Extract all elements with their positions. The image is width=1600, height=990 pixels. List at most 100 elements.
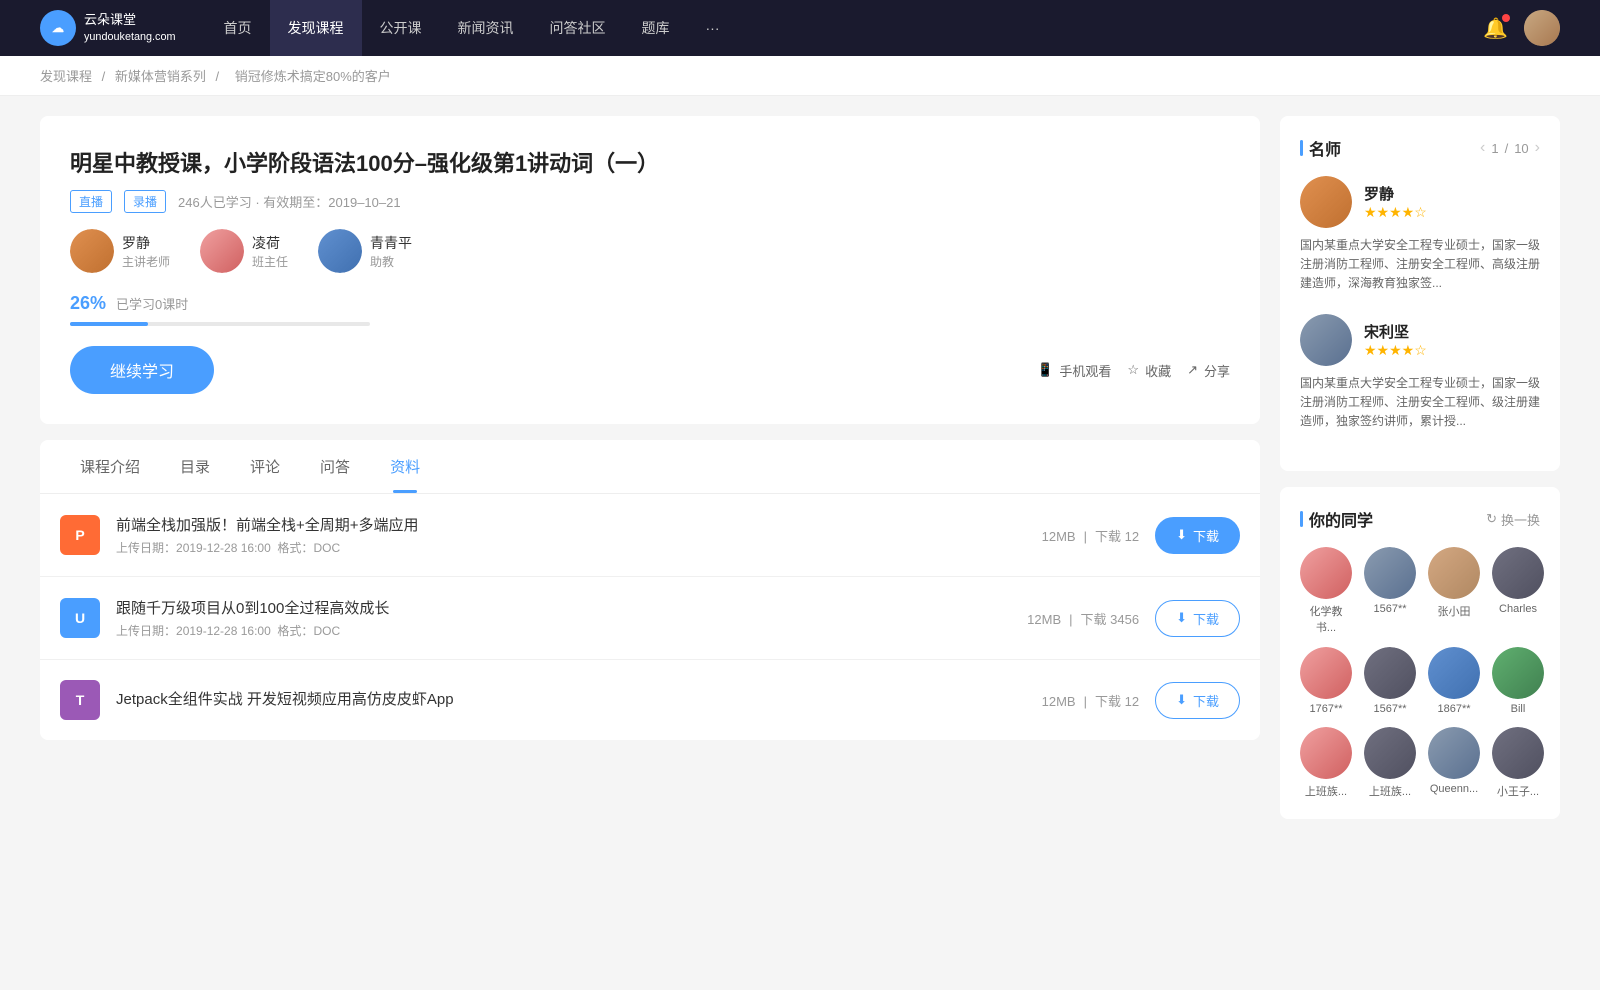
- nav-item-more[interactable]: ···: [688, 0, 738, 56]
- action-buttons: 📱 手机观看 ☆ 收藏 ↗ 分享: [1037, 361, 1230, 380]
- nav-items: 首页 发现课程 公开课 新闻资讯 问答社区 题库 ···: [206, 0, 1484, 56]
- nav-item-discover[interactable]: 发现课程: [270, 0, 362, 56]
- tab-intro[interactable]: 课程介绍: [60, 440, 160, 493]
- teachers-page: 1: [1491, 141, 1498, 156]
- logo-text: 云朵课堂yundouketang.com: [84, 12, 176, 44]
- navbar: ☁ 云朵课堂yundouketang.com 首页 发现课程 公开课 新闻资讯 …: [0, 0, 1600, 56]
- nav-item-home[interactable]: 首页: [206, 0, 270, 56]
- teacher-card-2-avatar: [1300, 314, 1352, 366]
- download-button-1[interactable]: ⬇ 下载: [1155, 517, 1240, 554]
- classmate-7-avatar: [1428, 647, 1480, 699]
- refresh-label: 换一换: [1501, 510, 1540, 529]
- classmate-2[interactable]: 1567**: [1364, 547, 1416, 635]
- classmate-1[interactable]: 化学教书...: [1300, 547, 1352, 635]
- continue-button[interactable]: 继续学习: [70, 346, 214, 394]
- classmate-6-img: [1364, 647, 1416, 699]
- download-button-3[interactable]: ⬇ 下载: [1155, 682, 1240, 719]
- classmate-9[interactable]: 上班族...: [1300, 727, 1352, 799]
- teacher-3: 青青平 助教: [318, 229, 412, 273]
- teacher-2-avatar-img: [200, 229, 244, 273]
- classmate-4-img: [1492, 547, 1544, 599]
- classmate-4-avatar: [1492, 547, 1544, 599]
- user-avatar[interactable]: [1524, 10, 1560, 46]
- classmate-7-img: [1428, 647, 1480, 699]
- classmate-5-name: 1767**: [1309, 703, 1342, 715]
- teacher-3-info: 青青平 助教: [370, 233, 412, 270]
- file-name-3: Jetpack全组件实战 开发短视频应用高仿皮皮虾App: [116, 688, 1026, 709]
- classmate-1-avatar: [1300, 547, 1352, 599]
- share-label: 分享: [1204, 361, 1230, 380]
- classmate-8-avatar: [1492, 647, 1544, 699]
- teacher-1: 罗静 主讲老师: [70, 229, 170, 273]
- classmate-10-img: [1364, 727, 1416, 779]
- breadcrumb-link-discover[interactable]: 发现课程: [40, 69, 92, 84]
- classmate-8-img: [1492, 647, 1544, 699]
- classmate-6[interactable]: 1567**: [1364, 647, 1416, 715]
- classmate-10[interactable]: 上班族...: [1364, 727, 1416, 799]
- mobile-icon: 📱: [1037, 362, 1053, 378]
- teachers-prev-button[interactable]: ‹: [1480, 139, 1485, 157]
- classmate-8[interactable]: Bill: [1492, 647, 1544, 715]
- refresh-classmates-button[interactable]: ↻ 换一换: [1486, 510, 1540, 529]
- classmate-12[interactable]: 小王子...: [1492, 727, 1544, 799]
- classmate-7[interactable]: 1867**: [1428, 647, 1480, 715]
- teacher-2-role: 班主任: [252, 253, 288, 270]
- nav-item-quiz[interactable]: 题库: [624, 0, 688, 56]
- teacher-1-role: 主讲老师: [122, 253, 170, 270]
- tabs-header: 课程介绍 目录 评论 问答 资料: [40, 440, 1260, 494]
- file-icon-2: U: [60, 598, 100, 638]
- tab-catalog[interactable]: 目录: [160, 440, 230, 493]
- course-title: 明星中教授课，小学阶段语法100分–强化级第1讲动词（一）: [70, 146, 1230, 178]
- classmate-9-name: 上班族...: [1305, 783, 1347, 799]
- share-button[interactable]: ↗ 分享: [1187, 361, 1230, 380]
- classmate-3[interactable]: 张小田: [1428, 547, 1480, 635]
- classmate-5[interactable]: 1767**: [1300, 647, 1352, 715]
- teacher-3-avatar: [318, 229, 362, 273]
- classmate-11[interactable]: Queenn...: [1428, 727, 1480, 799]
- classmate-4[interactable]: Charles: [1492, 547, 1544, 635]
- classmates-panel-title: 你的同学: [1300, 507, 1373, 531]
- sidebar: 名师 ‹ 1 / 10 › 罗静 ★★★★☆: [1280, 116, 1560, 835]
- teacher-2-avatar: [200, 229, 244, 273]
- progress-label: 26% 已学习0课时: [70, 293, 1230, 314]
- classmate-5-img: [1300, 647, 1352, 699]
- breadcrumb-link-series[interactable]: 新媒体营销系列: [115, 69, 206, 84]
- classmate-7-name: 1867**: [1437, 703, 1470, 715]
- classmate-12-img: [1492, 727, 1544, 779]
- progress-text: 已学习0课时: [116, 294, 188, 313]
- teacher-card-1-avatar: [1300, 176, 1352, 228]
- badge-record: 录播: [124, 190, 166, 213]
- progress-percent: 26%: [70, 293, 106, 314]
- teacher-2-name: 凌荷: [252, 233, 288, 253]
- nav-item-news[interactable]: 新闻资讯: [440, 0, 532, 56]
- tab-material[interactable]: 资料: [370, 440, 440, 493]
- classmate-2-name: 1567**: [1373, 603, 1406, 615]
- notification-bell[interactable]: 🔔: [1483, 16, 1508, 41]
- teachers-panel-nav: ‹ 1 / 10 ›: [1480, 139, 1540, 157]
- mobile-watch-button[interactable]: 📱 手机观看: [1037, 361, 1111, 380]
- download-icon-3: ⬇: [1176, 692, 1187, 708]
- teacher-card-1-avatar-img: [1300, 176, 1352, 228]
- teacher-1-avatar: [70, 229, 114, 273]
- tab-qa[interactable]: 问答: [300, 440, 370, 493]
- file-stats-1: 12MB|下载 12: [1042, 526, 1139, 545]
- classmate-8-name: Bill: [1511, 703, 1526, 715]
- download-button-2[interactable]: ⬇ 下载: [1155, 600, 1240, 637]
- file-item-3: T Jetpack全组件实战 开发短视频应用高仿皮皮虾App 12MB|下载 1…: [40, 660, 1260, 740]
- file-meta-2: 上传日期：2019-12-28 16:00 格式：DOC: [116, 622, 1011, 639]
- teachers-next-button[interactable]: ›: [1535, 139, 1540, 157]
- tab-review[interactable]: 评论: [230, 440, 300, 493]
- nav-item-qa[interactable]: 问答社区: [532, 0, 624, 56]
- breadcrumb-current: 销冠修炼术搞定80%的客户: [235, 69, 391, 84]
- nav-logo[interactable]: ☁ 云朵课堂yundouketang.com: [40, 10, 176, 46]
- teacher-card-1-name: 罗静: [1364, 183, 1427, 204]
- nav-item-public[interactable]: 公开课: [362, 0, 440, 56]
- logo-icon: ☁: [40, 10, 76, 46]
- progress-bar-fill: [70, 322, 148, 326]
- collect-button[interactable]: ☆ 收藏: [1127, 361, 1171, 380]
- classmate-6-name: 1567**: [1373, 703, 1406, 715]
- file-info-1: 前端全栈加强版！前端全栈+全周期+多端应用 上传日期：2019-12-28 16…: [116, 514, 1026, 556]
- download-label-1: 下载: [1193, 526, 1219, 545]
- file-icon-3: T: [60, 680, 100, 720]
- teacher-card-1: 罗静 ★★★★☆ 国内某重点大学安全工程专业硕士，国家一级注册消防工程师、注册安…: [1300, 176, 1540, 294]
